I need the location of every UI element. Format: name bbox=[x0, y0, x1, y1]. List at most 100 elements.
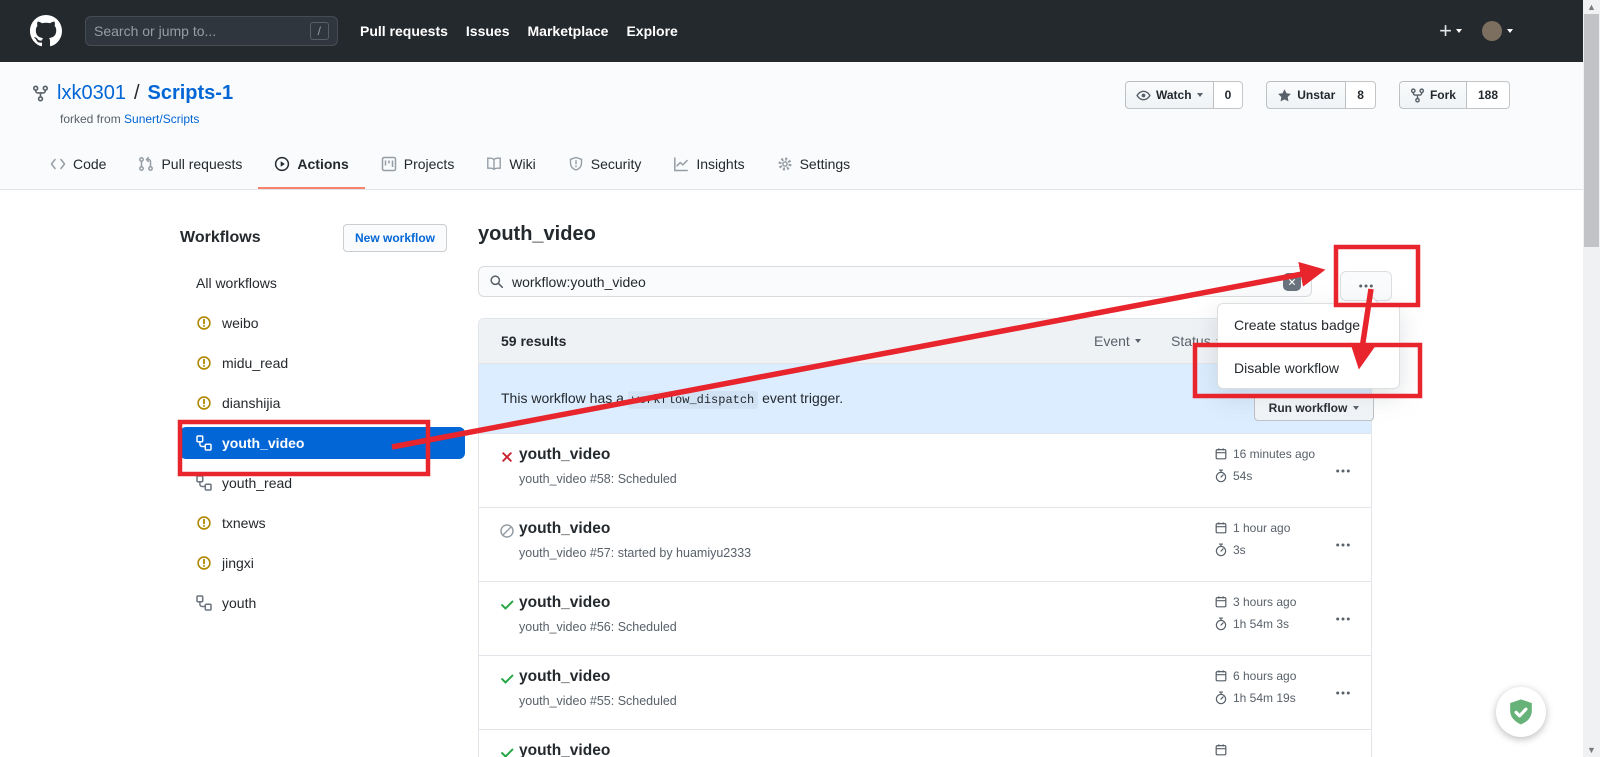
alert-icon bbox=[196, 355, 212, 371]
runs-search bbox=[478, 266, 1312, 297]
menu-item-disable-workflow[interactable]: Disable workflow bbox=[1218, 346, 1399, 388]
star-group: Unstar 8 bbox=[1266, 81, 1376, 109]
tab-security[interactable]: Security bbox=[552, 141, 658, 189]
tab-wiki[interactable]: Wiki bbox=[470, 141, 551, 189]
fork-count[interactable]: 188 bbox=[1467, 81, 1510, 109]
slash-key-hint: / bbox=[310, 22, 329, 40]
fork-group: Fork 188 bbox=[1399, 81, 1510, 109]
unstar-button[interactable]: Unstar bbox=[1266, 81, 1346, 109]
repo-action-buttons: Watch 0 Unstar 8 Fork 188 bbox=[1125, 81, 1510, 109]
check-success-icon bbox=[499, 597, 515, 613]
create-new-menu[interactable]: + bbox=[1439, 21, 1462, 41]
run-row: youth_video youth_video #57: started by … bbox=[479, 507, 1371, 581]
calendar-icon bbox=[1214, 447, 1228, 461]
eye-icon bbox=[1136, 88, 1151, 103]
page-title: youth_video bbox=[478, 223, 596, 246]
run-row: youth_video youth_video #55: Scheduled 6… bbox=[479, 655, 1371, 729]
run-title-link[interactable]: youth_video bbox=[519, 520, 610, 538]
watch-button[interactable]: Watch bbox=[1125, 81, 1214, 109]
watch-group: Watch 0 bbox=[1125, 81, 1243, 109]
run-title-link[interactable]: youth_video bbox=[519, 742, 610, 757]
check-success-icon bbox=[499, 671, 515, 687]
scroll-up-arrow-icon[interactable]: ▲ bbox=[1583, 0, 1600, 14]
run-options-button[interactable] bbox=[1335, 611, 1351, 632]
forked-from: forked from Sunert/Scripts bbox=[60, 112, 199, 126]
results-count: 59 results bbox=[501, 333, 566, 349]
nav-explore[interactable]: Explore bbox=[626, 23, 677, 39]
stopwatch-icon bbox=[1214, 617, 1228, 631]
repo-name-link[interactable]: Scripts-1 bbox=[148, 82, 234, 105]
github-actions-page: / Pull requests Issues Marketplace Explo… bbox=[0, 0, 1600, 757]
nav-pull-requests[interactable]: Pull requests bbox=[360, 23, 448, 39]
sidebar-item-youth[interactable]: youth bbox=[180, 583, 465, 623]
scrollbar-thumb[interactable] bbox=[1584, 14, 1599, 247]
star-count[interactable]: 8 bbox=[1346, 81, 1376, 109]
navbar-links: Pull requests Issues Marketplace Explore bbox=[360, 0, 678, 62]
tab-actions[interactable]: Actions bbox=[258, 141, 364, 189]
workflow-options-menu: Create status badge Disable workflow bbox=[1217, 303, 1400, 389]
run-subtitle: youth_video #58: Scheduled bbox=[519, 472, 677, 486]
watch-count[interactable]: 0 bbox=[1214, 81, 1244, 109]
navbar-right: + bbox=[1439, 0, 1513, 62]
runs-search-input[interactable] bbox=[512, 274, 1283, 290]
workflows-title: Workflows bbox=[180, 229, 261, 247]
global-search[interactable]: / bbox=[85, 16, 338, 46]
run-row: youth_video bbox=[479, 729, 1371, 757]
run-title-link[interactable]: youth_video bbox=[519, 446, 610, 464]
search-icon bbox=[489, 274, 504, 289]
run-workflow-button[interactable]: Run workflow bbox=[1254, 395, 1374, 421]
extension-badge[interactable] bbox=[1496, 687, 1546, 737]
sidebar-item-youth-video[interactable]: youth_video bbox=[180, 427, 465, 459]
clear-search-button[interactable] bbox=[1283, 273, 1301, 291]
sidebar-item-all-workflows[interactable]: All workflows bbox=[180, 263, 465, 303]
menu-item-create-status-badge[interactable]: Create status badge bbox=[1218, 304, 1399, 346]
sidebar-item-jingxi[interactable]: jingxi bbox=[180, 543, 465, 583]
calendar-icon bbox=[1214, 595, 1228, 609]
sidebar-item-weibo[interactable]: weibo bbox=[180, 303, 465, 343]
sidebar-item-youth-read[interactable]: youth_read bbox=[180, 463, 465, 503]
plus-icon: + bbox=[1439, 21, 1452, 41]
nav-marketplace[interactable]: Marketplace bbox=[528, 23, 609, 39]
sidebar-item-dianshijia[interactable]: dianshijia bbox=[180, 383, 465, 423]
code-icon bbox=[50, 156, 66, 172]
chevron-down-icon bbox=[1353, 406, 1359, 410]
github-logo-icon[interactable] bbox=[30, 15, 62, 47]
status-filter[interactable]: Status bbox=[1171, 333, 1222, 349]
run-title-link[interactable]: youth_video bbox=[519, 594, 610, 612]
tab-settings[interactable]: Settings bbox=[761, 141, 867, 189]
tab-code[interactable]: Code bbox=[34, 141, 122, 189]
nav-issues[interactable]: Issues bbox=[466, 23, 510, 39]
global-search-input[interactable] bbox=[94, 23, 310, 39]
project-icon bbox=[381, 156, 397, 172]
scroll-down-arrow-icon[interactable]: ▼ bbox=[1583, 743, 1600, 757]
top-navbar: / Pull requests Issues Marketplace Explo… bbox=[0, 0, 1583, 62]
sidebar-item-midu-read[interactable]: midu_read bbox=[180, 343, 465, 383]
repo-owner-link[interactable]: lxk0301 bbox=[57, 82, 126, 105]
workflow-list: All workflows weibo midu_read dianshijia… bbox=[180, 263, 465, 623]
book-icon bbox=[486, 156, 502, 172]
scrollbar[interactable]: ▲ ▼ bbox=[1583, 0, 1600, 757]
run-options-button[interactable] bbox=[1335, 685, 1351, 706]
workflow-dispatch-code: workflow_dispatch bbox=[628, 391, 758, 409]
sidebar-item-txnews[interactable]: txnews bbox=[180, 503, 465, 543]
run-options-button[interactable] bbox=[1335, 463, 1351, 484]
calendar-icon bbox=[1214, 521, 1228, 535]
run-options-button[interactable] bbox=[1335, 537, 1351, 558]
fork-button[interactable]: Fork bbox=[1399, 81, 1467, 109]
tab-insights[interactable]: Insights bbox=[657, 141, 760, 189]
tab-pull-requests[interactable]: Pull requests bbox=[122, 141, 258, 189]
repo-forked-icon bbox=[32, 85, 49, 102]
new-workflow-button[interactable]: New workflow bbox=[343, 224, 447, 252]
run-title-link[interactable]: youth_video bbox=[519, 668, 610, 686]
user-menu[interactable] bbox=[1482, 21, 1513, 41]
forked-from-link[interactable]: Sunert/Scripts bbox=[124, 112, 199, 126]
play-icon bbox=[274, 156, 290, 172]
run-subtitle: youth_video #56: Scheduled bbox=[519, 620, 677, 634]
workflow-icon bbox=[196, 595, 212, 611]
star-icon bbox=[1277, 88, 1292, 103]
workflow-icon bbox=[196, 475, 212, 491]
tab-projects[interactable]: Projects bbox=[365, 141, 471, 189]
event-filter[interactable]: Event bbox=[1094, 333, 1141, 349]
alert-icon bbox=[196, 555, 212, 571]
workflows-sidebar: Workflows New workflow All workflows wei… bbox=[180, 215, 465, 259]
